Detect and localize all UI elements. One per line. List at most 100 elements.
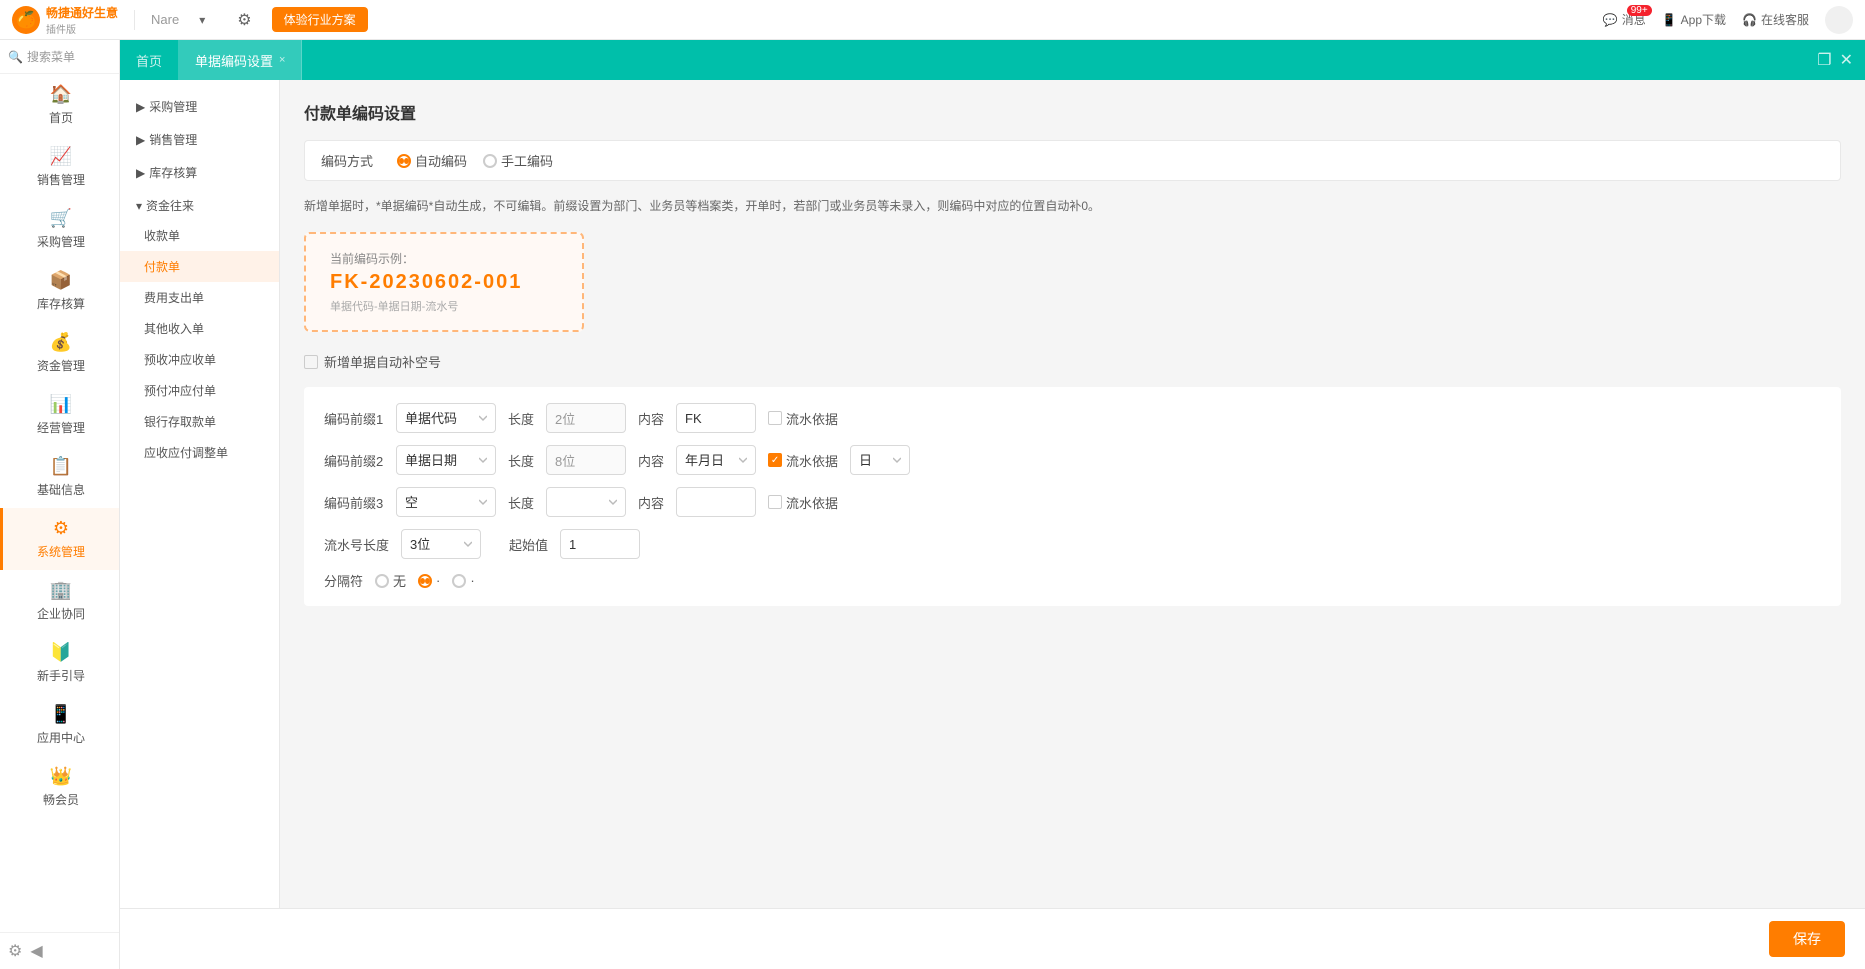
operations-icon: 📊: [50, 394, 72, 415]
code-preview-value: FK-20230602-001: [330, 271, 558, 294]
form-section: 编码前缀1 单据代码 单据日期 部门 业务员 空 长度 内容: [304, 387, 1841, 606]
system-icon: ⚙: [53, 518, 69, 539]
basic-icon: 📋: [50, 456, 72, 477]
sidebar-collapse-icon[interactable]: ◀: [30, 941, 42, 961]
topbar-divider: [134, 10, 135, 30]
user-name[interactable]: Nare: [151, 12, 179, 27]
tab-close-serial-settings[interactable]: ×: [279, 54, 285, 66]
sub-sidebar-item-other-income[interactable]: 其他收入单: [120, 313, 279, 344]
sidebar-item-purchase[interactable]: 🛒 采购管理: [0, 198, 119, 260]
separator-dash-radio[interactable]: ·: [452, 573, 474, 588]
sidebar-settings-icon[interactable]: ⚙: [8, 941, 22, 961]
manual-encode-radio[interactable]: 手工编码: [483, 151, 553, 170]
sidebar-search[interactable]: 🔍 搜索菜单: [0, 40, 119, 74]
sidebar-item-inventory[interactable]: 📦 库存核算: [0, 260, 119, 322]
sidebar-item-member[interactable]: 👑 畅会员: [0, 756, 119, 818]
sidebar-bottom: ⚙ ◀: [0, 932, 119, 969]
tabbar-maximize-btn[interactable]: ❐: [1817, 50, 1831, 70]
prefix3-serial-checkbox[interactable]: [768, 495, 782, 509]
prefix3-serial-follow[interactable]: 流水依据: [768, 493, 838, 512]
prefix3-content-label: 内容: [638, 493, 664, 512]
serial-length-label: 流水号长度: [324, 535, 389, 554]
sub-sidebar-item-bank-deposit[interactable]: 银行存取款单: [120, 406, 279, 437]
sidebar-item-capital[interactable]: 💰 资金管理: [0, 322, 119, 384]
sidebar-item-appcenter[interactable]: 📱 应用中心: [0, 694, 119, 756]
sub-sidebar-item-ap-adjust[interactable]: 应收应付调整单: [120, 437, 279, 468]
sidebar-item-system[interactable]: ⚙ 系统管理: [0, 508, 119, 570]
prefix2-length-label: 长度: [508, 451, 534, 470]
separator-none-radio[interactable]: 无: [375, 571, 406, 590]
separator-dash-dot: [452, 574, 466, 588]
sidebar-item-sales[interactable]: 📈 销售管理: [0, 136, 119, 198]
inventory-icon: 📦: [50, 270, 72, 291]
prefix3-select[interactable]: 空 单据代码 单据日期 部门 业务员: [396, 487, 496, 517]
sub-sidebar-item-receipt[interactable]: 收款单: [120, 220, 279, 251]
sidebar: 🔍 搜索菜单 🏠 首页 📈 销售管理 🛒 采购管理 📦 库存核算 💰 资金管理 …: [0, 40, 120, 969]
prefix2-label: 编码前缀2: [324, 451, 384, 470]
code-preview-box: 当前编码示例： FK-20230602-001 单据代码-单据日期-流水号: [304, 232, 584, 332]
page-wrapper: ▶ 采购管理 ▶ 销售管理 ▶ 库存核算: [120, 80, 1865, 908]
separator-label: 分隔符: [324, 571, 363, 590]
sidebar-item-home[interactable]: 🏠 首页: [0, 74, 119, 136]
prefix2-content-label: 内容: [638, 451, 664, 470]
trial-btn[interactable]: 体验行业方案: [272, 7, 368, 32]
service-icon: 🎧: [1742, 13, 1757, 27]
content-area: ▶ 采购管理 ▶ 销售管理 ▶ 库存核算: [120, 80, 1865, 969]
prefix3-length-select[interactable]: [546, 487, 626, 517]
dropdown-btn[interactable]: ▾: [187, 9, 217, 31]
save-button[interactable]: 保存: [1769, 921, 1845, 957]
sidebar-item-operations[interactable]: 📊 经营管理: [0, 384, 119, 446]
sub-sidebar-title-purchase[interactable]: ▶ 采购管理: [120, 92, 279, 121]
message-btn[interactable]: 💬 消息 99+: [1603, 11, 1646, 28]
start-value-input[interactable]: [560, 529, 640, 559]
sub-sidebar-item-advance-receivable[interactable]: 预收冲应收单: [120, 344, 279, 375]
member-icon: 👑: [50, 766, 72, 787]
app-download-btn[interactable]: 📱 App下载: [1662, 11, 1726, 28]
tab-home[interactable]: 首页: [120, 40, 179, 80]
tabbar-close-btn[interactable]: ✕: [1840, 50, 1853, 70]
auto-encode-radio[interactable]: 自动编码: [397, 151, 467, 170]
prefix1-serial-follow[interactable]: 流水依据: [768, 409, 838, 428]
tab-serial-settings[interactable]: 单据编码设置 ×: [179, 40, 302, 80]
serial-length-select[interactable]: 3位 4位 5位 6位: [401, 529, 481, 559]
prefix2-select[interactable]: 单据日期 单据代码 部门 业务员 空: [396, 445, 496, 475]
prefix2-serial-follow[interactable]: ✓ 流水依据: [768, 451, 838, 470]
logo-text: 畅捷通好生意 插件版: [46, 4, 118, 36]
user-avatar[interactable]: [1825, 6, 1853, 34]
settings-btn[interactable]: ⚙: [225, 6, 263, 34]
autofill-checkbox[interactable]: [304, 355, 318, 369]
search-icon: 🔍: [8, 50, 23, 64]
chevron-right-icon-inventory: ▶: [136, 166, 145, 180]
page-content: 付款单编码设置 编码方式 自动编码 手工编码: [280, 80, 1865, 908]
app-logo: 🍊 畅捷通好生意 插件版: [12, 4, 118, 36]
prefix1-label: 编码前缀1: [324, 409, 384, 428]
sub-sidebar-item-expense[interactable]: 费用支出单: [120, 282, 279, 313]
sub-sidebar-group-inventory: ▶ 库存核算: [120, 158, 279, 187]
sidebar-item-basic[interactable]: 📋 基础信息: [0, 446, 119, 508]
capital-icon: 💰: [50, 332, 72, 353]
prefix2-serial-checkbox[interactable]: ✓: [768, 453, 782, 467]
sidebar-item-enterprise[interactable]: 🏢 企业协同: [0, 570, 119, 632]
code-preview-label: 当前编码示例：: [330, 250, 558, 267]
prefix2-period-select[interactable]: 日 月 年: [850, 445, 910, 475]
separator-dot-radio[interactable]: ·: [418, 573, 440, 588]
sub-sidebar-item-payment[interactable]: 付款单: [120, 251, 279, 282]
sub-sidebar-title-sales[interactable]: ▶ 销售管理: [120, 125, 279, 154]
prefix3-content-input[interactable]: [676, 487, 756, 517]
info-text: 新增单据时，*单据编码*自动生成，不可编辑。前缀设置为部门、业务员等档案类，开单…: [304, 197, 1841, 216]
prefix1-select[interactable]: 单据代码 单据日期 部门 业务员 空: [396, 403, 496, 433]
code-preview-desc: 单据代码-单据日期-流水号: [330, 298, 558, 314]
encode-method-label: 编码方式: [321, 151, 373, 170]
sales-icon: 📈: [50, 146, 72, 167]
separator-row: 分隔符 无 · ·: [324, 571, 1821, 590]
sidebar-item-newguide[interactable]: 🔰 新手引导: [0, 632, 119, 694]
prefix1-serial-checkbox[interactable]: [768, 411, 782, 425]
sub-sidebar-title-inventory[interactable]: ▶ 库存核算: [120, 158, 279, 187]
sub-sidebar-title-capital[interactable]: ▾ 资金往来: [120, 191, 279, 220]
prefix2-content-select[interactable]: 年月日 年月 年: [676, 445, 756, 475]
sub-sidebar-group-sales: ▶ 销售管理: [120, 125, 279, 154]
chevron-right-icon: ▶: [136, 100, 145, 114]
prefix1-content-input[interactable]: [676, 403, 756, 433]
online-service-btn[interactable]: 🎧 在线客服: [1742, 11, 1809, 28]
sub-sidebar-item-advance-payable[interactable]: 预付冲应付单: [120, 375, 279, 406]
